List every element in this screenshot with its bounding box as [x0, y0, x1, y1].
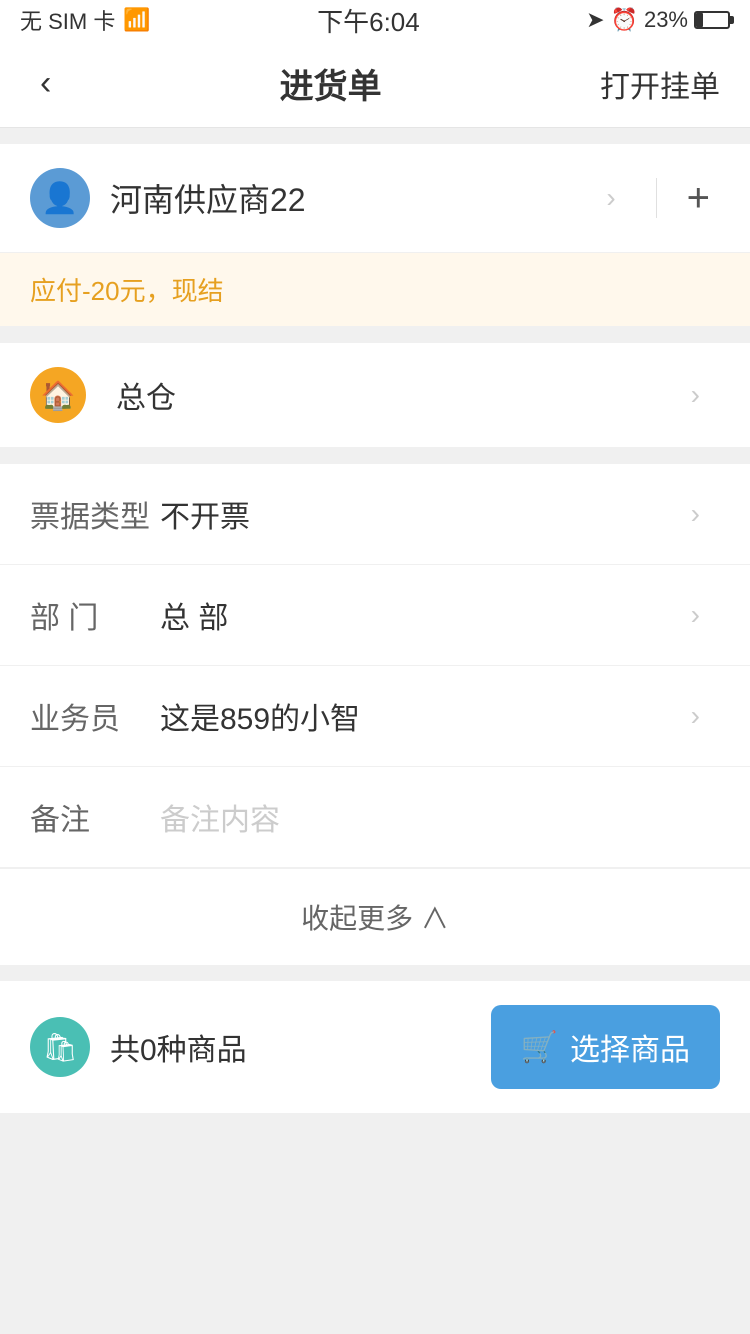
supplier-row[interactable]: 👤 河南供应商22 › +	[0, 144, 750, 253]
battery-icon	[694, 11, 730, 29]
salesperson-value: 这是859的小智	[150, 694, 691, 738]
salesperson-chevron-icon: ›	[691, 700, 700, 732]
shopping-bag-icon: 🛍	[42, 1031, 78, 1064]
remark-input[interactable]: 备注内容	[150, 795, 720, 839]
warehouse-icon-bg: 🏠	[30, 367, 86, 423]
bottom-section: 🛍 共0种商品 🛒 选择商品	[0, 981, 750, 1113]
salesperson-row[interactable]: 业务员 这是859的小智 ›	[0, 666, 750, 767]
status-left: 无 SIM 卡 📶	[20, 4, 151, 36]
page-title: 进货单	[280, 59, 382, 108]
section-divider-1	[0, 128, 750, 144]
collapse-text: 收起更多 ∧	[301, 903, 449, 934]
salesperson-label: 业务员	[30, 694, 150, 738]
nav-bar: ‹ 进货单 打开挂单	[0, 40, 750, 128]
collapse-toggle[interactable]: 收起更多 ∧	[0, 868, 750, 965]
location-icon: ➤	[586, 7, 604, 33]
form-section: 票据类型 不开票 › 部 门 总 部 › 业务员 这是859的小智 › 备注 备…	[0, 464, 750, 965]
sim-signal-text: 无 SIM 卡	[20, 4, 115, 36]
notice-bar: 应付-20元，现结	[0, 253, 750, 326]
product-count: 共0种商品	[110, 1025, 491, 1069]
invoice-type-value: 不开票	[150, 492, 691, 536]
invoice-type-row[interactable]: 票据类型 不开票 ›	[0, 464, 750, 565]
supplier-section: 👤 河南供应商22 › + 应付-20元，现结	[0, 144, 750, 327]
select-product-button[interactable]: 🛒 选择商品	[491, 1005, 720, 1089]
select-product-label: 选择商品	[570, 1025, 690, 1069]
status-bar: 无 SIM 卡 📶 下午6:04 ➤ ⏰ 23%	[0, 0, 750, 40]
battery-percent: 23%	[644, 7, 688, 33]
warehouse-row[interactable]: 🏠 总仓 ›	[0, 343, 750, 448]
supplier-divider	[656, 178, 657, 218]
warehouse-chevron-icon: ›	[691, 379, 700, 411]
product-icon-bg: 🛍	[30, 1017, 90, 1077]
department-chevron-icon: ›	[691, 599, 700, 631]
remark-row[interactable]: 备注 备注内容	[0, 767, 750, 868]
wifi-icon: 📶	[123, 7, 150, 33]
avatar: 👤	[30, 168, 90, 228]
department-row[interactable]: 部 门 总 部 ›	[0, 565, 750, 666]
department-value: 总 部	[150, 593, 691, 637]
warehouse-section: 🏠 总仓 ›	[0, 343, 750, 448]
alarm-icon: ⏰	[611, 7, 638, 33]
invoice-type-label: 票据类型	[30, 492, 150, 536]
avatar-person-icon: 👤	[41, 181, 78, 216]
back-button[interactable]: ‹	[30, 54, 61, 113]
notice-text: 应付-20元，现结	[30, 276, 224, 306]
status-time: 下午6:04	[317, 2, 420, 39]
invoice-type-chevron-icon: ›	[691, 498, 700, 530]
select-product-cart-icon: 🛒	[521, 1030, 558, 1065]
add-supplier-button[interactable]: +	[677, 176, 720, 221]
house-icon: 🏠	[41, 379, 76, 412]
chevron-right-icon: ›	[606, 182, 615, 214]
open-pending-button[interactable]: 打开挂单	[600, 62, 720, 106]
department-label: 部 门	[30, 593, 150, 637]
warehouse-value: 总仓	[106, 373, 691, 417]
remark-label: 备注	[30, 795, 150, 839]
status-right: ➤ ⏰ 23%	[586, 7, 730, 33]
supplier-name: 河南供应商22	[110, 175, 606, 221]
